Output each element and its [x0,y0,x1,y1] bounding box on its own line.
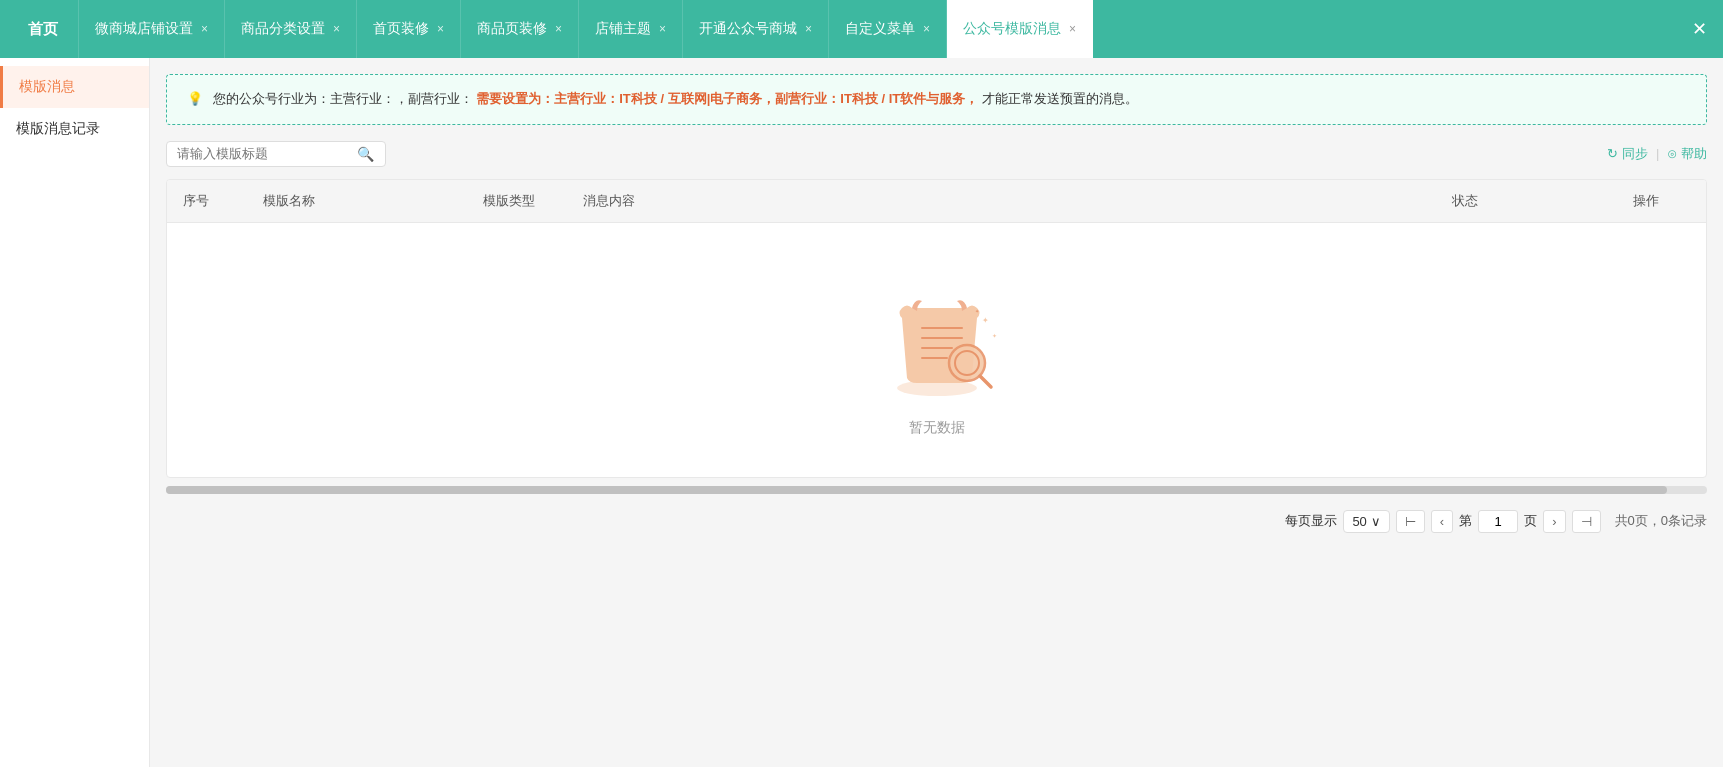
nav-tab-wsc[interactable]: 微商城店铺设置 × [79,0,225,58]
search-input[interactable] [177,146,357,161]
search-left: 🔍 [166,141,386,167]
nav-tab-menu-label: 自定义菜单 [845,20,915,38]
nav-tab-theme-label: 店铺主题 [595,20,651,38]
nav-tab-mall-close[interactable]: × [805,22,812,36]
sidebar-item-template-record-label: 模版消息记录 [16,120,100,136]
page-size-label: 每页显示 [1285,512,1337,530]
svg-line-7 [980,376,991,387]
sync-button[interactable]: ↻ 同步 [1607,145,1648,163]
nav-tab-mall-label: 开通公众号商城 [699,20,797,38]
empty-illustration: ✦ ✦ ✦ [867,283,1007,403]
last-page-button[interactable]: ⊣ [1572,510,1601,533]
search-input-wrapper[interactable]: 🔍 [166,141,386,167]
search-icon[interactable]: 🔍 [357,146,374,162]
nav-tab-home-decor[interactable]: 首页装修 × [357,0,461,58]
nav-tab-home-decor-close[interactable]: × [437,22,444,36]
col-header-seq: 序号 [167,180,247,222]
page-size-chevron: ∨ [1371,514,1381,529]
horizontal-scrollbar[interactable] [166,486,1707,494]
nav-tab-template-close[interactable]: × [1069,22,1076,36]
col-header-type: 模版类型 [467,180,567,222]
nav-tab-theme-close[interactable]: × [659,22,666,36]
page-size-value: 50 [1352,514,1366,529]
total-info: 共0页，0条记录 [1615,512,1707,530]
nav-tab-menu-close[interactable]: × [923,22,930,36]
sidebar-item-template-msg-label: 模版消息 [19,78,75,94]
notice-prefix: 您的公众号行业为：主营行业：，副营行业： [213,91,473,106]
sidebar: 模版消息 模版消息记录 [0,58,150,767]
first-page-button[interactable]: ⊢ [1396,510,1425,533]
notice-box: 💡 您的公众号行业为：主营行业：，副营行业： 需要设置为：主营行业：IT科技 /… [166,74,1707,125]
data-table: 序号 模版名称 模版类型 消息内容 状态 操作 [166,179,1707,478]
help-button[interactable]: ⊙ 帮助 [1667,145,1707,163]
content-area: 💡 您的公众号行业为：主营行业：，副营行业： 需要设置为：主营行业：IT科技 /… [150,58,1723,767]
nav-tab-template-label: 公众号模版消息 [963,20,1061,38]
sidebar-item-template-record[interactable]: 模版消息记录 [0,108,149,150]
page-unit: 页 [1524,512,1537,530]
empty-text: 暂无数据 [909,419,965,437]
search-bar: 🔍 ↻ 同步 | ⊙ 帮助 [166,141,1707,167]
nav-tab-category-close[interactable]: × [333,22,340,36]
home-label: 首页 [28,20,58,39]
col-header-action: 操作 [1586,180,1706,222]
toolbar-right: ↻ 同步 | ⊙ 帮助 [1607,145,1707,163]
notice-highlight: 需要设置为：主营行业：IT科技 / 互联网|电子商务，副营行业：IT科技 / I… [476,91,978,106]
nav-tab-product-decor[interactable]: 商品页装修 × [461,0,579,58]
nav-tab-category[interactable]: 商品分类设置 × [225,0,357,58]
empty-state: ✦ ✦ ✦ 暂无数据 [167,223,1706,477]
pagination: 每页显示 50 ∨ ⊢ ‹ 第 页 › ⊣ 共0页，0条记录 [166,502,1707,537]
nav-tab-template[interactable]: 公众号模版消息 × [947,0,1093,58]
nav-tab-mall[interactable]: 开通公众号商城 × [683,0,829,58]
page-number-input[interactable] [1478,510,1518,533]
nav-tab-wsc-close[interactable]: × [201,22,208,36]
nav-tab-product-decor-label: 商品页装修 [477,20,547,38]
svg-text:✦: ✦ [975,308,979,314]
main-layout: 模版消息 模版消息记录 💡 您的公众号行业为：主营行业：，副营行业： 需要设置为… [0,58,1723,767]
page-size-select[interactable]: 50 ∨ [1343,510,1389,533]
table-header: 序号 模版名称 模版类型 消息内容 状态 操作 [167,180,1706,223]
col-header-content: 消息内容 [567,180,1436,222]
nav-tab-product-decor-close[interactable]: × [555,22,562,36]
nav-tab-menu[interactable]: 自定义菜单 × [829,0,947,58]
toolbar-divider: | [1656,146,1659,161]
nav-tab-home-decor-label: 首页装修 [373,20,429,38]
nav-tab-wsc-label: 微商城店铺设置 [95,20,193,38]
nav-tab-theme[interactable]: 店铺主题 × [579,0,683,58]
col-header-status: 状态 [1436,180,1586,222]
nav-home[interactable]: 首页 [8,0,79,58]
col-header-name: 模版名称 [247,180,467,222]
next-page-button[interactable]: › [1543,510,1565,533]
svg-text:✦: ✦ [982,316,989,325]
scroll-thumb[interactable] [166,486,1667,494]
prev-page-button[interactable]: ‹ [1431,510,1453,533]
svg-text:✦: ✦ [992,333,997,339]
sidebar-item-template-msg[interactable]: 模版消息 [0,66,149,108]
nav-tab-category-label: 商品分类设置 [241,20,325,38]
window-close-button[interactable]: ✕ [1692,18,1707,40]
top-navigation: 首页 微商城店铺设置 × 商品分类设置 × 首页装修 × 商品页装修 × 店铺主… [0,0,1723,58]
notice-suffix: 才能正常发送预置的消息。 [982,91,1138,106]
page-label: 第 [1459,512,1472,530]
notice-icon: 💡 [187,91,203,106]
